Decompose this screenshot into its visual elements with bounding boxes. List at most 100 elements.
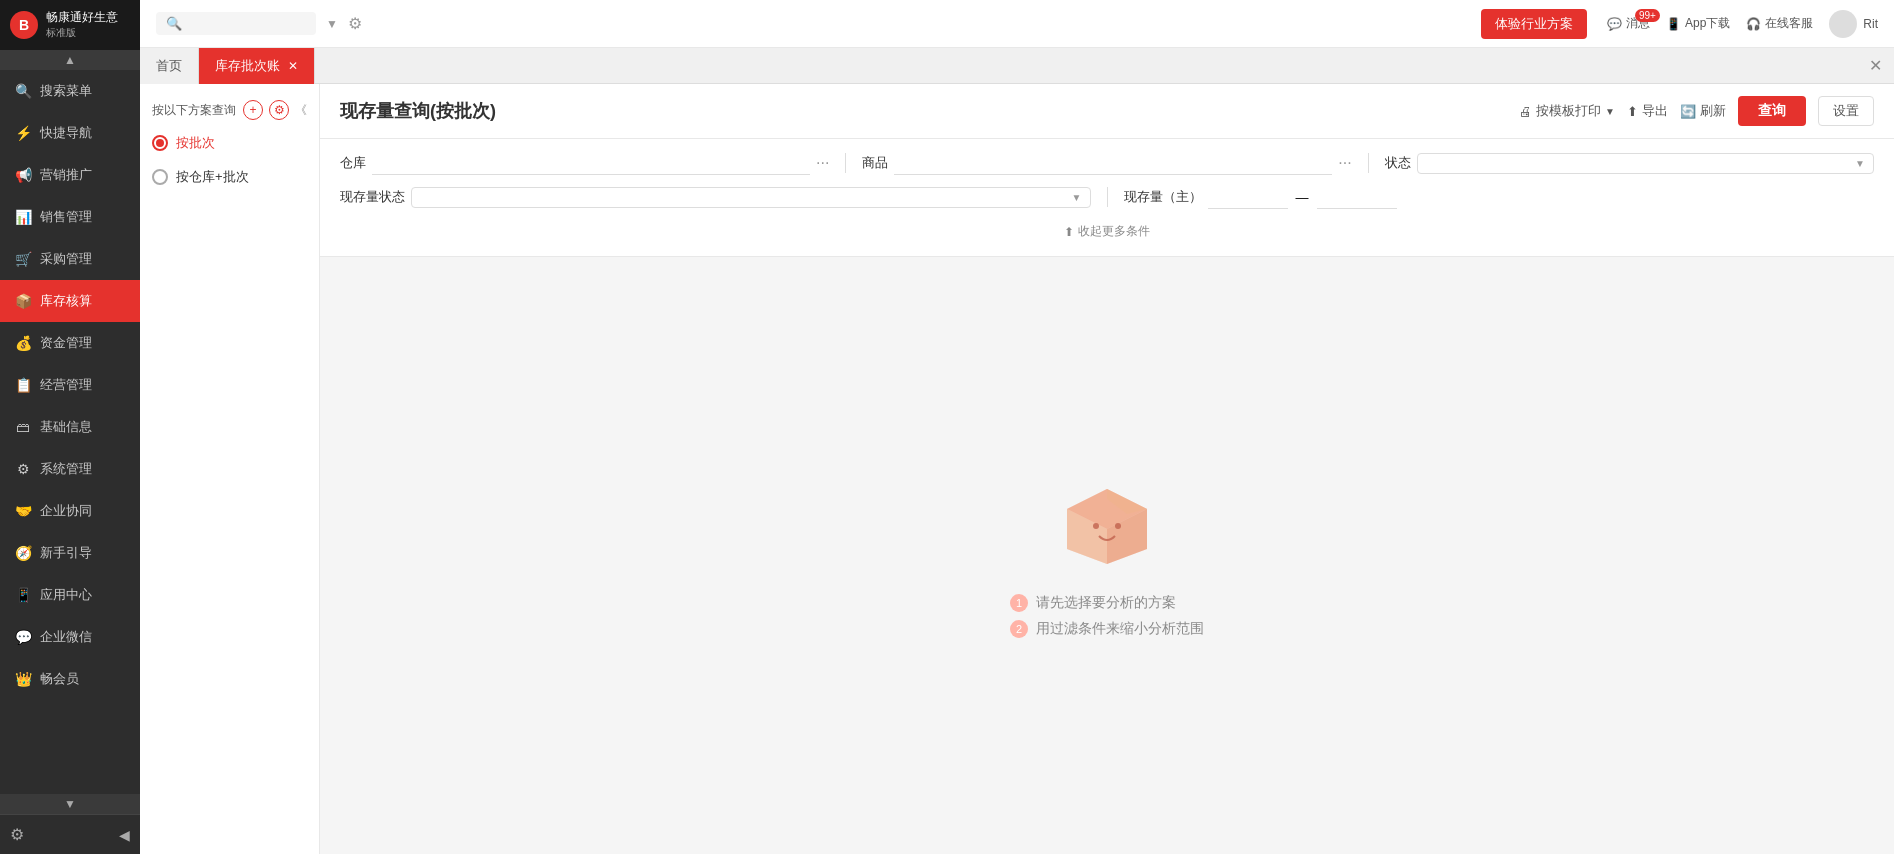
- status-select[interactable]: ▼: [1417, 153, 1874, 174]
- filter-row-2: 现存量状态 ▼ 现存量（主） —: [340, 185, 1874, 209]
- product-dots-btn[interactable]: ···: [1338, 154, 1351, 172]
- filter-warehouse: 仓库 ···: [340, 151, 829, 175]
- range-separator: —: [1296, 190, 1309, 205]
- message-icon: 💬: [1607, 17, 1622, 31]
- status-label: 状态: [1385, 154, 1411, 172]
- sidebar-item-enterprise[interactable]: 🤝 企业协同: [0, 490, 140, 532]
- product-input[interactable]: [894, 151, 1332, 175]
- export-icon: ⬆: [1627, 104, 1638, 119]
- sidebar-item-basic[interactable]: 🗃 基础信息: [0, 406, 140, 448]
- warehouse-dots-btn[interactable]: ···: [816, 154, 829, 172]
- filter-inventory-status: 现存量状态 ▼: [340, 187, 1091, 208]
- sidebar-item-app-center[interactable]: 📱 应用中心: [0, 574, 140, 616]
- empty-hint-2: 2 用过滤条件来缩小分析范围: [1010, 620, 1204, 638]
- sidebar-item-inventory[interactable]: 📦 库存核算: [0, 280, 140, 322]
- tab-home-label: 首页: [156, 57, 182, 75]
- scheme-by-warehouse-batch-label: 按仓库+批次: [176, 168, 249, 186]
- sidebar-item-finance[interactable]: 💰 资金管理: [0, 322, 140, 364]
- app-center-icon: 📱: [14, 586, 32, 604]
- empty-hint-1: 1 请先选择要分析的方案: [1010, 594, 1176, 612]
- sidebar-item-search[interactable]: 🔍 搜索菜单: [0, 70, 140, 112]
- sidebar-item-app-center-label: 应用中心: [40, 586, 92, 604]
- sidebar-item-finance-label: 资金管理: [40, 334, 92, 352]
- left-panel-header: 按以下方案查询 + ⚙ 《: [140, 94, 319, 126]
- filter-divider-1: [845, 153, 846, 173]
- tab-home[interactable]: 首页: [140, 48, 199, 84]
- export-btn[interactable]: ⬆ 导出: [1627, 102, 1668, 120]
- system-icon: ⚙: [14, 460, 32, 478]
- purchase-icon: 🛒: [14, 250, 32, 268]
- sidebar-scroll-down[interactable]: ▼: [0, 794, 140, 814]
- sidebar-item-marketing[interactable]: 📢 营销推广: [0, 154, 140, 196]
- sidebar-item-purchase-label: 采购管理: [40, 250, 92, 268]
- sidebar-item-sales-label: 销售管理: [40, 208, 92, 226]
- radio-active-icon: [152, 135, 168, 151]
- tab-close-icon[interactable]: ✕: [288, 59, 298, 73]
- sidebar-item-basic-label: 基础信息: [40, 418, 92, 436]
- sidebar-item-member[interactable]: 👑 畅会员: [0, 658, 140, 700]
- print-template-btn[interactable]: 🖨 按模板打印 ▼: [1519, 102, 1615, 120]
- sidebar-item-quick-nav-label: 快捷导航: [40, 124, 92, 142]
- product-label: 商品: [862, 154, 888, 172]
- settings-btn[interactable]: 设置: [1818, 96, 1874, 126]
- warehouse-input[interactable]: [372, 151, 810, 175]
- collapse-left-panel-btn[interactable]: 《: [295, 102, 307, 119]
- sidebar-item-sales[interactable]: 📊 销售管理: [0, 196, 140, 238]
- svg-point-4: [1093, 523, 1099, 529]
- sidebar-item-quick-nav[interactable]: ⚡ 快捷导航: [0, 112, 140, 154]
- app-name: 畅康通好生意: [46, 10, 118, 26]
- filter-divider-2: [1368, 153, 1369, 173]
- sidebar-item-operation[interactable]: 📋 经营管理: [0, 364, 140, 406]
- empty-illustration: [1052, 474, 1162, 574]
- sidebar-item-wechat-label: 企业微信: [40, 628, 92, 646]
- hint-num-2: 2: [1010, 620, 1028, 638]
- sidebar-collapse-icon[interactable]: ◀: [119, 827, 130, 843]
- scheme-settings-btn[interactable]: ⚙: [269, 100, 289, 120]
- range-from-input[interactable]: [1208, 185, 1288, 209]
- sidebar-item-wechat[interactable]: 💬 企业微信: [0, 616, 140, 658]
- hint-text-2: 用过滤条件来缩小分析范围: [1036, 620, 1204, 638]
- inventory-status-label: 现存量状态: [340, 188, 405, 206]
- sidebar-item-system[interactable]: ⚙ 系统管理: [0, 448, 140, 490]
- main-area: 🔍 ▼ ⚙ 体验行业方案 💬 消息 99+ 📱 App下载 🎧 在线客服 Rit: [140, 0, 1894, 854]
- guide-icon: 🧭: [14, 544, 32, 562]
- topbar-settings-icon[interactable]: ⚙: [348, 14, 362, 33]
- tab-inventory-batch-label: 库存批次账: [215, 57, 280, 75]
- operation-icon: 📋: [14, 376, 32, 394]
- online-service-btn[interactable]: 🎧 在线客服: [1746, 15, 1813, 32]
- range-to-input[interactable]: [1317, 185, 1397, 209]
- avatar: [1829, 10, 1857, 38]
- tab-inventory-batch[interactable]: 库存批次账 ✕: [199, 48, 315, 84]
- messages-btn[interactable]: 💬 消息 99+: [1607, 15, 1650, 32]
- refresh-btn[interactable]: 🔄 刷新: [1680, 102, 1726, 120]
- basic-icon: 🗃: [14, 418, 32, 436]
- scheme-item-by-batch[interactable]: 按批次: [140, 126, 319, 160]
- print-template-label: 按模板打印: [1536, 102, 1601, 120]
- sidebar-footer: ⚙ ◀: [0, 814, 140, 854]
- experience-btn[interactable]: 体验行业方案: [1481, 9, 1587, 39]
- add-scheme-btn[interactable]: +: [243, 100, 263, 120]
- filter-area: 仓库 ··· 商品 ··· 状态 ▼: [320, 139, 1894, 257]
- sidebar-nav: 🔍 搜索菜单 ⚡ 快捷导航 📢 营销推广 📊 销售管理 🛒 采购管理 📦 库存核…: [0, 70, 140, 794]
- app-info: 畅康通好生意 标准版: [46, 10, 118, 40]
- empty-state: 1 请先选择要分析的方案 2 用过滤条件来缩小分析范围: [320, 257, 1894, 854]
- sidebar-settings-icon[interactable]: ⚙: [10, 825, 24, 844]
- warehouse-label: 仓库: [340, 154, 366, 172]
- topbar-dropdown-icon[interactable]: ▼: [326, 17, 338, 31]
- tabs-close-all-btn[interactable]: ✕: [1857, 48, 1894, 84]
- user-info[interactable]: Rit: [1829, 10, 1878, 38]
- inventory-status-select[interactable]: ▼: [411, 187, 1091, 208]
- collapse-label: 收起更多条件: [1078, 223, 1150, 240]
- app-download-btn[interactable]: 📱 App下载: [1666, 15, 1730, 32]
- query-btn[interactable]: 查询: [1738, 96, 1806, 126]
- app-download-label: App下载: [1685, 15, 1730, 32]
- scheme-item-by-warehouse-batch[interactable]: 按仓库+批次: [140, 160, 319, 194]
- sidebar-scroll-up[interactable]: ▲: [0, 50, 140, 70]
- filter-row-1: 仓库 ··· 商品 ··· 状态 ▼: [340, 151, 1874, 175]
- scheme-by-batch-label: 按批次: [176, 134, 215, 152]
- collapse-more-btn[interactable]: ⬆ 收起更多条件: [340, 219, 1874, 244]
- sidebar-item-guide[interactable]: 🧭 新手引导: [0, 532, 140, 574]
- topbar-search-input[interactable]: [186, 17, 286, 31]
- sidebar-item-purchase[interactable]: 🛒 采购管理: [0, 238, 140, 280]
- topbar-search-box[interactable]: 🔍: [156, 12, 316, 35]
